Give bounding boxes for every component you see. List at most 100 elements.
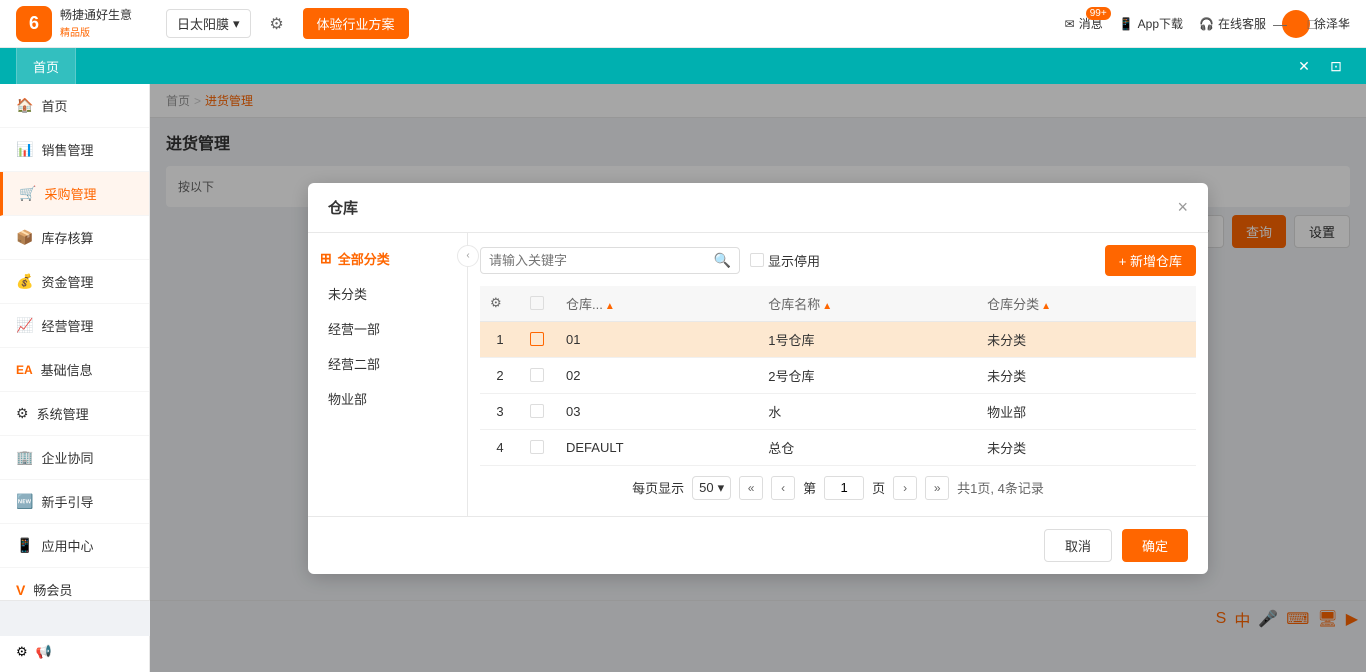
row-code: DEFAULT bbox=[556, 429, 758, 465]
sidebar-item-system[interactable]: ⚙ 系统管理 bbox=[0, 392, 149, 436]
row-checkbox[interactable] bbox=[530, 332, 544, 346]
search-input[interactable] bbox=[489, 253, 714, 268]
category-ops1[interactable]: 经营一部 bbox=[308, 311, 467, 346]
operations-icon: 📈 bbox=[16, 317, 33, 334]
sidebar-item-finance[interactable]: 💰 资金管理 bbox=[0, 260, 149, 304]
teal-expand-btn[interactable]: ⊡ bbox=[1322, 52, 1350, 80]
row-checkbox-cell bbox=[520, 393, 556, 429]
page-prev-btn[interactable]: ‹ bbox=[771, 476, 795, 500]
header-checkbox[interactable] bbox=[530, 296, 544, 310]
search-input-wrap: 🔍 bbox=[480, 247, 740, 274]
row-category: 未分类 bbox=[977, 357, 1196, 393]
top-header: 6 畅捷通好生意 精品版 日太阳膜 ▾ ⚙ 体验行业方案 ✉ 消息 99+ 📱 … bbox=[0, 0, 1366, 48]
sidebar-item-operations[interactable]: 📈 经营管理 bbox=[0, 304, 149, 348]
headset-icon: 🎧 bbox=[1199, 17, 1214, 31]
sidebar-item-sales[interactable]: 📊 销售管理 bbox=[0, 128, 149, 172]
messages-badge: 99+ bbox=[1086, 7, 1111, 20]
sidebar-item-purchase[interactable]: 🛒 采购管理 bbox=[0, 172, 149, 216]
sidebar-enterprise-label: 企业协同 bbox=[41, 448, 93, 467]
basic-info-icon: EA bbox=[16, 363, 33, 377]
page-label: 第 bbox=[803, 478, 816, 497]
main-layout: 🏠 首页 📊 销售管理 🛒 采购管理 📦 库存核算 💰 资金管理 📈 经营管理 … bbox=[0, 84, 1366, 672]
online-service-label: 在线客服 bbox=[1218, 15, 1266, 32]
th-name: 仓库名称▲ bbox=[758, 286, 977, 322]
page-size-select[interactable]: 50 ▾ bbox=[692, 476, 731, 500]
sidebar-item-inventory[interactable]: 📦 库存核算 bbox=[0, 216, 149, 260]
row-num: 4 bbox=[480, 429, 520, 465]
sidebar-item-guide[interactable]: 🆕 新手引导 bbox=[0, 480, 149, 524]
sidebar-system-label: 系统管理 bbox=[37, 404, 89, 423]
settings-icon[interactable]: ⚙ bbox=[263, 10, 291, 38]
table-scroll-area: ⚙ 仓库...▲ 仓库名称▲ bbox=[480, 286, 1196, 466]
all-category-label: 全部分类 bbox=[338, 249, 390, 268]
sidebar-bottom[interactable]: ⚙ 📢 bbox=[0, 631, 149, 672]
teal-bar-right: ✕ ⊡ bbox=[1290, 52, 1350, 80]
table-row[interactable]: 2 02 2号仓库 未分类 bbox=[480, 357, 1196, 393]
sidebar-inventory-label: 库存核算 bbox=[41, 228, 93, 247]
sales-icon: 📊 bbox=[16, 141, 33, 158]
maximize-btn[interactable]: □ bbox=[1298, 10, 1326, 38]
row-checkbox[interactable] bbox=[530, 404, 544, 418]
all-category-item[interactable]: ⊞ 全部分类 bbox=[308, 241, 467, 276]
dialog-close-btn[interactable]: × bbox=[1177, 198, 1188, 216]
category-unclassified[interactable]: 未分类 bbox=[308, 276, 467, 311]
sidebar: 🏠 首页 📊 销售管理 🛒 采购管理 📦 库存核算 💰 资金管理 📈 经营管理 … bbox=[0, 84, 150, 672]
system-icon: ⚙ bbox=[16, 405, 29, 422]
show-disabled-checkbox[interactable] bbox=[750, 253, 764, 267]
online-service-item[interactable]: 🎧 在线客服 bbox=[1199, 15, 1266, 32]
page-last-btn[interactable]: » bbox=[925, 476, 949, 500]
store-selector[interactable]: 日太阳膜 ▾ bbox=[166, 9, 251, 38]
store-name: 日太阳膜 bbox=[177, 14, 229, 33]
sidebar-item-apps[interactable]: 📱 应用中心 bbox=[0, 524, 149, 568]
category-ops2[interactable]: 经营二部 bbox=[308, 346, 467, 381]
row-checkbox[interactable] bbox=[530, 440, 544, 454]
logo-icon: 6 bbox=[16, 6, 52, 42]
logo-name: 畅捷通好生意 bbox=[60, 8, 132, 24]
nav-tab-home[interactable]: 首页 bbox=[16, 48, 76, 84]
sidebar-finance-label: 资金管理 bbox=[41, 272, 93, 291]
row-checkbox[interactable] bbox=[530, 368, 544, 382]
category-property[interactable]: 物业部 bbox=[308, 381, 467, 416]
add-warehouse-btn[interactable]: + 新增仓库 bbox=[1105, 245, 1196, 276]
th-category: 仓库分类▲ bbox=[977, 286, 1196, 322]
minimize-btn[interactable]: — bbox=[1266, 10, 1294, 38]
dialog-header: 仓库 × bbox=[308, 183, 1208, 233]
sidebar-item-basic-info[interactable]: EA 基础信息 bbox=[0, 348, 149, 392]
close-btn[interactable]: × bbox=[1330, 10, 1358, 38]
show-disabled-label: 显示停用 bbox=[768, 251, 820, 270]
search-icon[interactable]: 🔍 bbox=[714, 252, 731, 269]
purchase-icon: 🛒 bbox=[19, 185, 36, 202]
row-category: 未分类 bbox=[977, 321, 1196, 357]
confirm-btn[interactable]: 确定 bbox=[1122, 529, 1188, 562]
page-next-btn[interactable]: › bbox=[893, 476, 917, 500]
row-name: 水 bbox=[758, 393, 977, 429]
row-num: 1 bbox=[480, 321, 520, 357]
nav-bar: 首页 ✕ ⊡ bbox=[0, 48, 1366, 84]
page-input[interactable] bbox=[824, 476, 864, 500]
row-code: 01 bbox=[556, 321, 758, 357]
category-collapse-btn[interactable]: ‹ bbox=[457, 245, 479, 267]
teal-close-btn[interactable]: ✕ bbox=[1290, 52, 1318, 80]
sidebar-item-enterprise[interactable]: 🏢 企业协同 bbox=[0, 436, 149, 480]
messages-item[interactable]: ✉ 消息 99+ bbox=[1065, 15, 1103, 32]
table-row[interactable]: 1 01 1号仓库 未分类 bbox=[480, 321, 1196, 357]
dialog-body: ⊞ 全部分类 ‹ 未分类 经营一部 经营二部 物业部 bbox=[308, 233, 1208, 516]
main-content: 首页 > 进货管理 进货管理 按以下 印 导出 刷新 查询 设置 仓库 bbox=[150, 84, 1366, 672]
table-panel: 🔍 显示停用 + 新增仓库 bbox=[468, 233, 1208, 516]
cancel-btn[interactable]: 取消 bbox=[1044, 529, 1112, 562]
enterprise-icon: 🏢 bbox=[16, 449, 33, 466]
pagination-bar: 每页显示 50 ▾ « ‹ 第 页 › » 共1页 bbox=[480, 466, 1196, 504]
row-checkbox-cell bbox=[520, 429, 556, 465]
app-download-item[interactable]: 📱 App下载 bbox=[1119, 15, 1183, 32]
sidebar-vip-label: 畅会员 bbox=[33, 580, 72, 599]
th-checkbox bbox=[520, 286, 556, 322]
table-row[interactable]: 4 DEFAULT 总仓 未分类 bbox=[480, 429, 1196, 465]
page-first-btn[interactable]: « bbox=[739, 476, 763, 500]
industry-btn[interactable]: 体验行业方案 bbox=[303, 8, 409, 39]
show-disabled-wrap: 显示停用 bbox=[750, 251, 820, 270]
sidebar-operations-label: 经营管理 bbox=[41, 316, 93, 335]
message-icon: ✉ bbox=[1065, 17, 1075, 31]
store-dropdown-icon: ▾ bbox=[233, 16, 240, 32]
table-row[interactable]: 3 03 水 物业部 bbox=[480, 393, 1196, 429]
sidebar-item-home[interactable]: 🏠 首页 bbox=[0, 84, 149, 128]
